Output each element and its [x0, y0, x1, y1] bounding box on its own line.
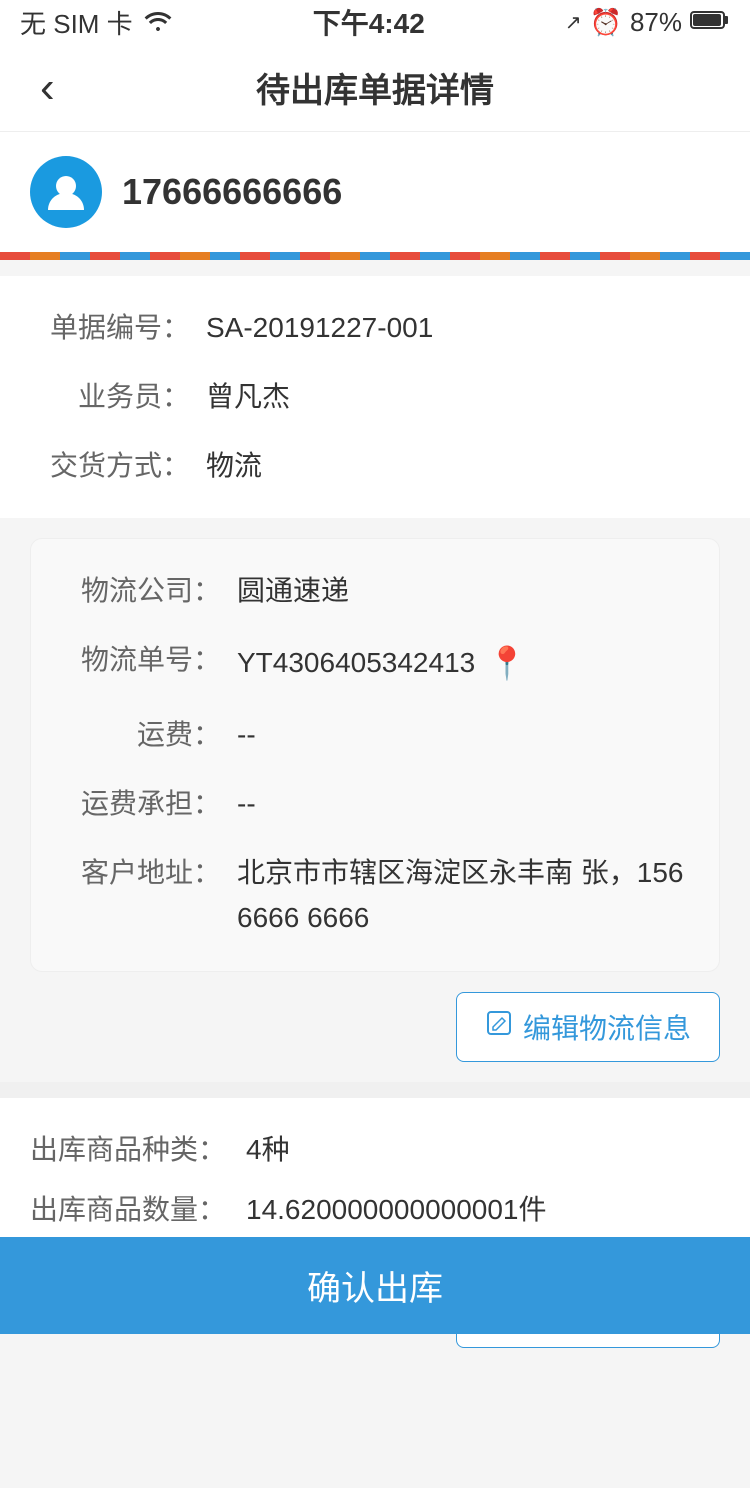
logistics-tracking-row: 物流单号： YT4306405342413 📍: [61, 638, 689, 689]
freight-value: --: [237, 713, 689, 758]
bottom-pad: [0, 1368, 750, 1488]
types-value: 4种: [246, 1128, 290, 1168]
document-number-row: 单据编号： SA-20191227-001: [30, 306, 720, 351]
logistics-card: 物流公司： 圆通速递 物流单号： YT4306405342413 📍 运费： -…: [30, 538, 720, 971]
delivery-row: 交货方式： 物流: [30, 444, 720, 489]
wifi-icon: [143, 7, 173, 38]
location-pin-icon[interactable]: 📍: [487, 638, 527, 689]
sim-label: 无 SIM 卡: [20, 4, 133, 41]
battery-percentage: 87%: [630, 7, 682, 38]
freight-label: 运费：: [61, 713, 221, 753]
page-title: 待出库单据详情: [256, 63, 494, 112]
status-time: 下午4:42: [313, 2, 425, 42]
battery-icon: [690, 7, 730, 38]
edit-icon: [485, 1009, 513, 1044]
avatar: [30, 156, 102, 228]
nav-bar: ‹ 待出库单据详情: [0, 44, 750, 132]
freight-bearer-value: --: [237, 782, 689, 827]
status-left: 无 SIM 卡: [20, 4, 173, 41]
stats-section: 出库商品种类： 4种 出库商品数量： 14.620000000000001件: [0, 1098, 750, 1258]
quantity-value: 14.620000000000001件: [246, 1188, 547, 1228]
location-indicator: ↗: [565, 10, 582, 35]
customer-phone: 17666666666: [122, 171, 342, 213]
logistics-tracking-value: YT4306405342413 📍: [237, 638, 689, 689]
salesperson-label: 业务员：: [30, 375, 190, 420]
section-divider: [0, 1082, 750, 1098]
edit-logistics-area: 编辑物流信息: [30, 992, 720, 1062]
quantity-row: 出库商品数量： 14.620000000000001件: [30, 1188, 720, 1228]
status-right: ↗ ⏰ 87%: [565, 7, 730, 38]
tracking-number: YT4306405342413: [237, 641, 475, 686]
freight-bearer-row: 运费承担： --: [61, 782, 689, 827]
quantity-label: 出库商品数量：: [30, 1188, 230, 1228]
status-bar: 无 SIM 卡 下午4:42 ↗ ⏰ 87%: [0, 0, 750, 44]
document-number-value: SA-20191227-001: [206, 306, 720, 351]
logistics-tracking-label: 物流单号：: [61, 638, 221, 678]
document-number-label: 单据编号：: [30, 306, 190, 351]
back-button[interactable]: ‹: [30, 53, 65, 123]
address-value: 北京市市辖区海淀区永丰南 张，156 6666 6666: [237, 851, 689, 941]
delivery-label: 交货方式：: [30, 444, 190, 489]
freight-row: 运费： --: [61, 713, 689, 758]
alarm-icon: ⏰: [590, 7, 622, 38]
address-row: 客户地址： 北京市市辖区海淀区永丰南 张，156 6666 6666: [61, 851, 689, 941]
freight-bearer-label: 运费承担：: [61, 782, 221, 822]
confirm-button-label: 确认出库: [307, 1270, 443, 1308]
document-info: 单据编号： SA-20191227-001 业务员： 曾凡杰 交货方式： 物流: [0, 276, 750, 518]
colorful-divider: [0, 252, 750, 260]
types-row: 出库商品种类： 4种: [30, 1128, 720, 1168]
confirm-button-area[interactable]: 确认出库: [0, 1237, 750, 1334]
edit-logistics-label: 编辑物流信息: [523, 1007, 691, 1047]
logistics-company-value: 圆通速递: [237, 569, 689, 614]
address-label: 客户地址：: [61, 851, 221, 891]
salesperson-row: 业务员： 曾凡杰: [30, 375, 720, 420]
delivery-value: 物流: [206, 444, 720, 489]
logistics-company-label: 物流公司：: [61, 569, 221, 609]
types-label: 出库商品种类：: [30, 1128, 230, 1168]
salesperson-value: 曾凡杰: [206, 375, 720, 420]
edit-logistics-button[interactable]: 编辑物流信息: [456, 992, 720, 1062]
logistics-company-row: 物流公司： 圆通速递: [61, 569, 689, 614]
customer-header: 17666666666: [0, 132, 750, 252]
